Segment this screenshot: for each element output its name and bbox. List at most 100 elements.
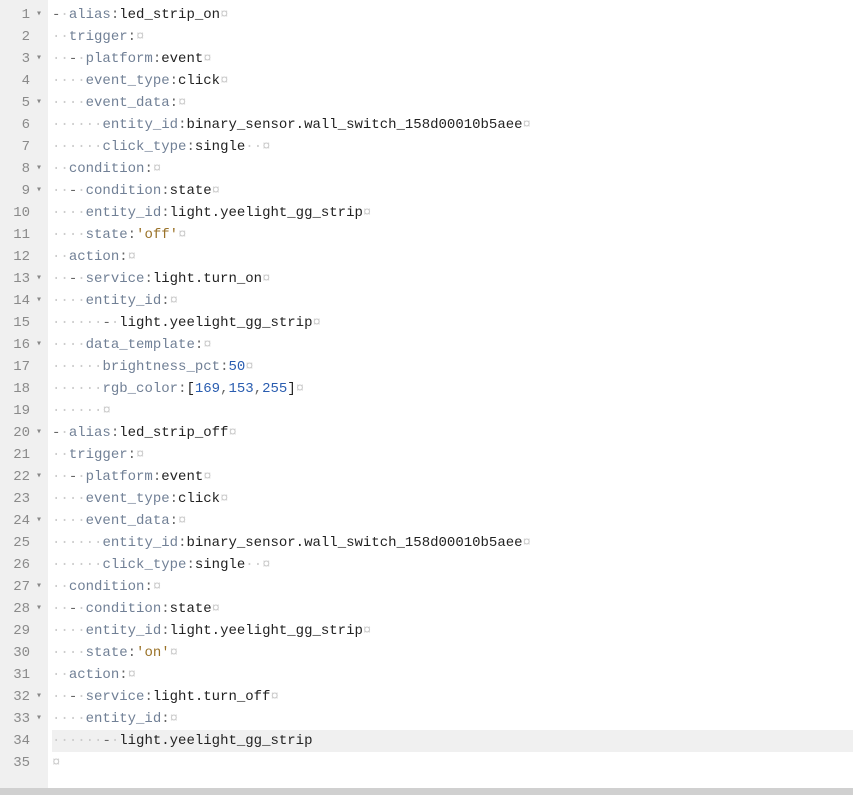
code-line[interactable]: ··condition:¤	[52, 158, 853, 180]
eol-marker: ¤	[262, 557, 270, 573]
code-line[interactable]: ····state:'off'¤	[52, 224, 853, 246]
fold-toggle-icon[interactable]: ▾	[34, 48, 44, 70]
yaml-key: condition	[86, 601, 162, 617]
eol-marker: ¤	[220, 491, 228, 507]
gutter-line: 24▾	[0, 510, 46, 532]
fold-toggle-icon[interactable]: ▾	[34, 158, 44, 180]
gutter-line: 13▾	[0, 268, 46, 290]
line-number: 26	[13, 554, 34, 576]
code-line[interactable]: ····state:'on'¤	[52, 642, 853, 664]
yaml-value: state	[170, 183, 212, 199]
fold-toggle-icon[interactable]: ▾	[34, 422, 44, 444]
fold-toggle-icon[interactable]: ▾	[34, 180, 44, 202]
code-line[interactable]: ····entity_id:light.yeelight_gg_strip¤	[52, 202, 853, 224]
code-line[interactable]: ··-·platform:event¤	[52, 466, 853, 488]
code-line[interactable]: ··-·service:light.turn_on¤	[52, 268, 853, 290]
code-line[interactable]: ··-·condition:state¤	[52, 598, 853, 620]
fold-toggle-icon[interactable]: ▾	[34, 92, 44, 114]
code-line[interactable]: ······click_type:single··¤	[52, 136, 853, 158]
code-line[interactable]: ······rgb_color:[169,153,255]¤	[52, 378, 853, 400]
yaml-punct: :	[161, 623, 169, 639]
yaml-punct: :	[161, 711, 169, 727]
code-line[interactable]: ····event_type:click¤	[52, 70, 853, 92]
eol-marker: ¤	[203, 51, 211, 67]
yaml-punct: :	[170, 73, 178, 89]
eol-marker: ¤	[170, 293, 178, 309]
yaml-value: light.turn_off	[153, 689, 271, 705]
line-number: 20	[13, 422, 34, 444]
code-line[interactable]: ······entity_id:binary_sensor.wall_switc…	[52, 114, 853, 136]
gutter-line: 4	[0, 70, 46, 92]
yaml-string: 'off'	[136, 227, 178, 243]
eol-marker: ¤	[212, 183, 220, 199]
yaml-bracket: [	[186, 381, 194, 397]
line-number: 2	[22, 26, 34, 48]
fold-toggle-icon[interactable]: ▾	[34, 4, 44, 26]
code-line[interactable]: ······brightness_pct:50¤	[52, 356, 853, 378]
code-area[interactable]: -·alias:led_strip_on¤··trigger:¤··-·plat…	[48, 0, 853, 788]
code-line[interactable]: ······entity_id:binary_sensor.wall_switc…	[52, 532, 853, 554]
yaml-key: click_type	[102, 139, 186, 155]
code-line[interactable]: ······-·light.yeelight_gg_strip¤	[52, 312, 853, 334]
fold-toggle-icon[interactable]: ▾	[34, 466, 44, 488]
fold-toggle-icon[interactable]: ▾	[34, 686, 44, 708]
yaml-punct: :	[144, 689, 152, 705]
yaml-value: light.yeelight_gg_strip	[170, 205, 363, 221]
line-number: 34	[13, 730, 34, 752]
yaml-key: data_template	[86, 337, 195, 353]
code-line[interactable]: ······-·light.yeelight_gg_strip	[52, 730, 853, 752]
yaml-punct: :	[161, 601, 169, 617]
code-line[interactable]: -·alias:led_strip_on¤	[52, 4, 853, 26]
yaml-punct: :	[186, 557, 194, 573]
code-line[interactable]: -·alias:led_strip_off¤	[52, 422, 853, 444]
code-editor[interactable]: 1▾23▾45▾678▾9▾10111213▾14▾1516▾17181920▾…	[0, 0, 853, 795]
code-line[interactable]: ····entity_id:light.yeelight_gg_strip¤	[52, 620, 853, 642]
eol-marker: ¤	[178, 227, 186, 243]
line-number: 6	[22, 114, 34, 136]
code-line[interactable]: ······click_type:single··¤	[52, 554, 853, 576]
code-line[interactable]: ··condition:¤	[52, 576, 853, 598]
code-line[interactable]: ··-·condition:state¤	[52, 180, 853, 202]
eol-marker: ¤	[178, 95, 186, 111]
code-line[interactable]: ····data_template:¤	[52, 334, 853, 356]
fold-toggle-icon[interactable]: ▾	[34, 598, 44, 620]
code-line[interactable]: ··trigger:¤	[52, 444, 853, 466]
line-number: 23	[13, 488, 34, 510]
eol-marker: ¤	[220, 7, 228, 23]
eol-marker: ¤	[312, 315, 320, 331]
yaml-bracket: ]	[287, 381, 295, 397]
line-number: 28	[13, 598, 34, 620]
code-line[interactable]: ····event_type:click¤	[52, 488, 853, 510]
code-line[interactable]: ····entity_id:¤	[52, 708, 853, 730]
fold-toggle-icon[interactable]: ▾	[34, 510, 44, 532]
code-line[interactable]: ¤	[52, 752, 853, 774]
fold-toggle-icon[interactable]: ▾	[34, 334, 44, 356]
code-line[interactable]: ····entity_id:¤	[52, 290, 853, 312]
eol-marker: ¤	[220, 73, 228, 89]
yaml-value: click	[178, 73, 220, 89]
eol-marker: ¤	[136, 29, 144, 45]
fold-toggle-icon[interactable]: ▾	[34, 268, 44, 290]
code-line[interactable]: ······¤	[52, 400, 853, 422]
code-line[interactable]: ··-·platform:event¤	[52, 48, 853, 70]
fold-toggle-icon[interactable]: ▾	[34, 708, 44, 730]
yaml-punct: :	[161, 183, 169, 199]
fold-toggle-icon[interactable]: ▾	[34, 290, 44, 312]
yaml-key: entity_id	[86, 205, 162, 221]
yaml-punct: :	[161, 205, 169, 221]
eol-marker: ¤	[296, 381, 304, 397]
gutter-line: 14▾	[0, 290, 46, 312]
code-line[interactable]: ··-·service:light.turn_off¤	[52, 686, 853, 708]
gutter-line: 1▾	[0, 4, 46, 26]
code-line[interactable]: ····event_data:¤	[52, 92, 853, 114]
code-line[interactable]: ····event_data:¤	[52, 510, 853, 532]
eol-marker: ¤	[128, 249, 136, 265]
code-line[interactable]: ··action:¤	[52, 664, 853, 686]
eol-marker: ¤	[363, 623, 371, 639]
yaml-punct: :	[144, 271, 152, 287]
eol-marker: ¤	[153, 161, 161, 177]
code-line[interactable]: ··action:¤	[52, 246, 853, 268]
eol-marker: ¤	[523, 117, 531, 133]
code-line[interactable]: ··trigger:¤	[52, 26, 853, 48]
fold-toggle-icon[interactable]: ▾	[34, 576, 44, 598]
